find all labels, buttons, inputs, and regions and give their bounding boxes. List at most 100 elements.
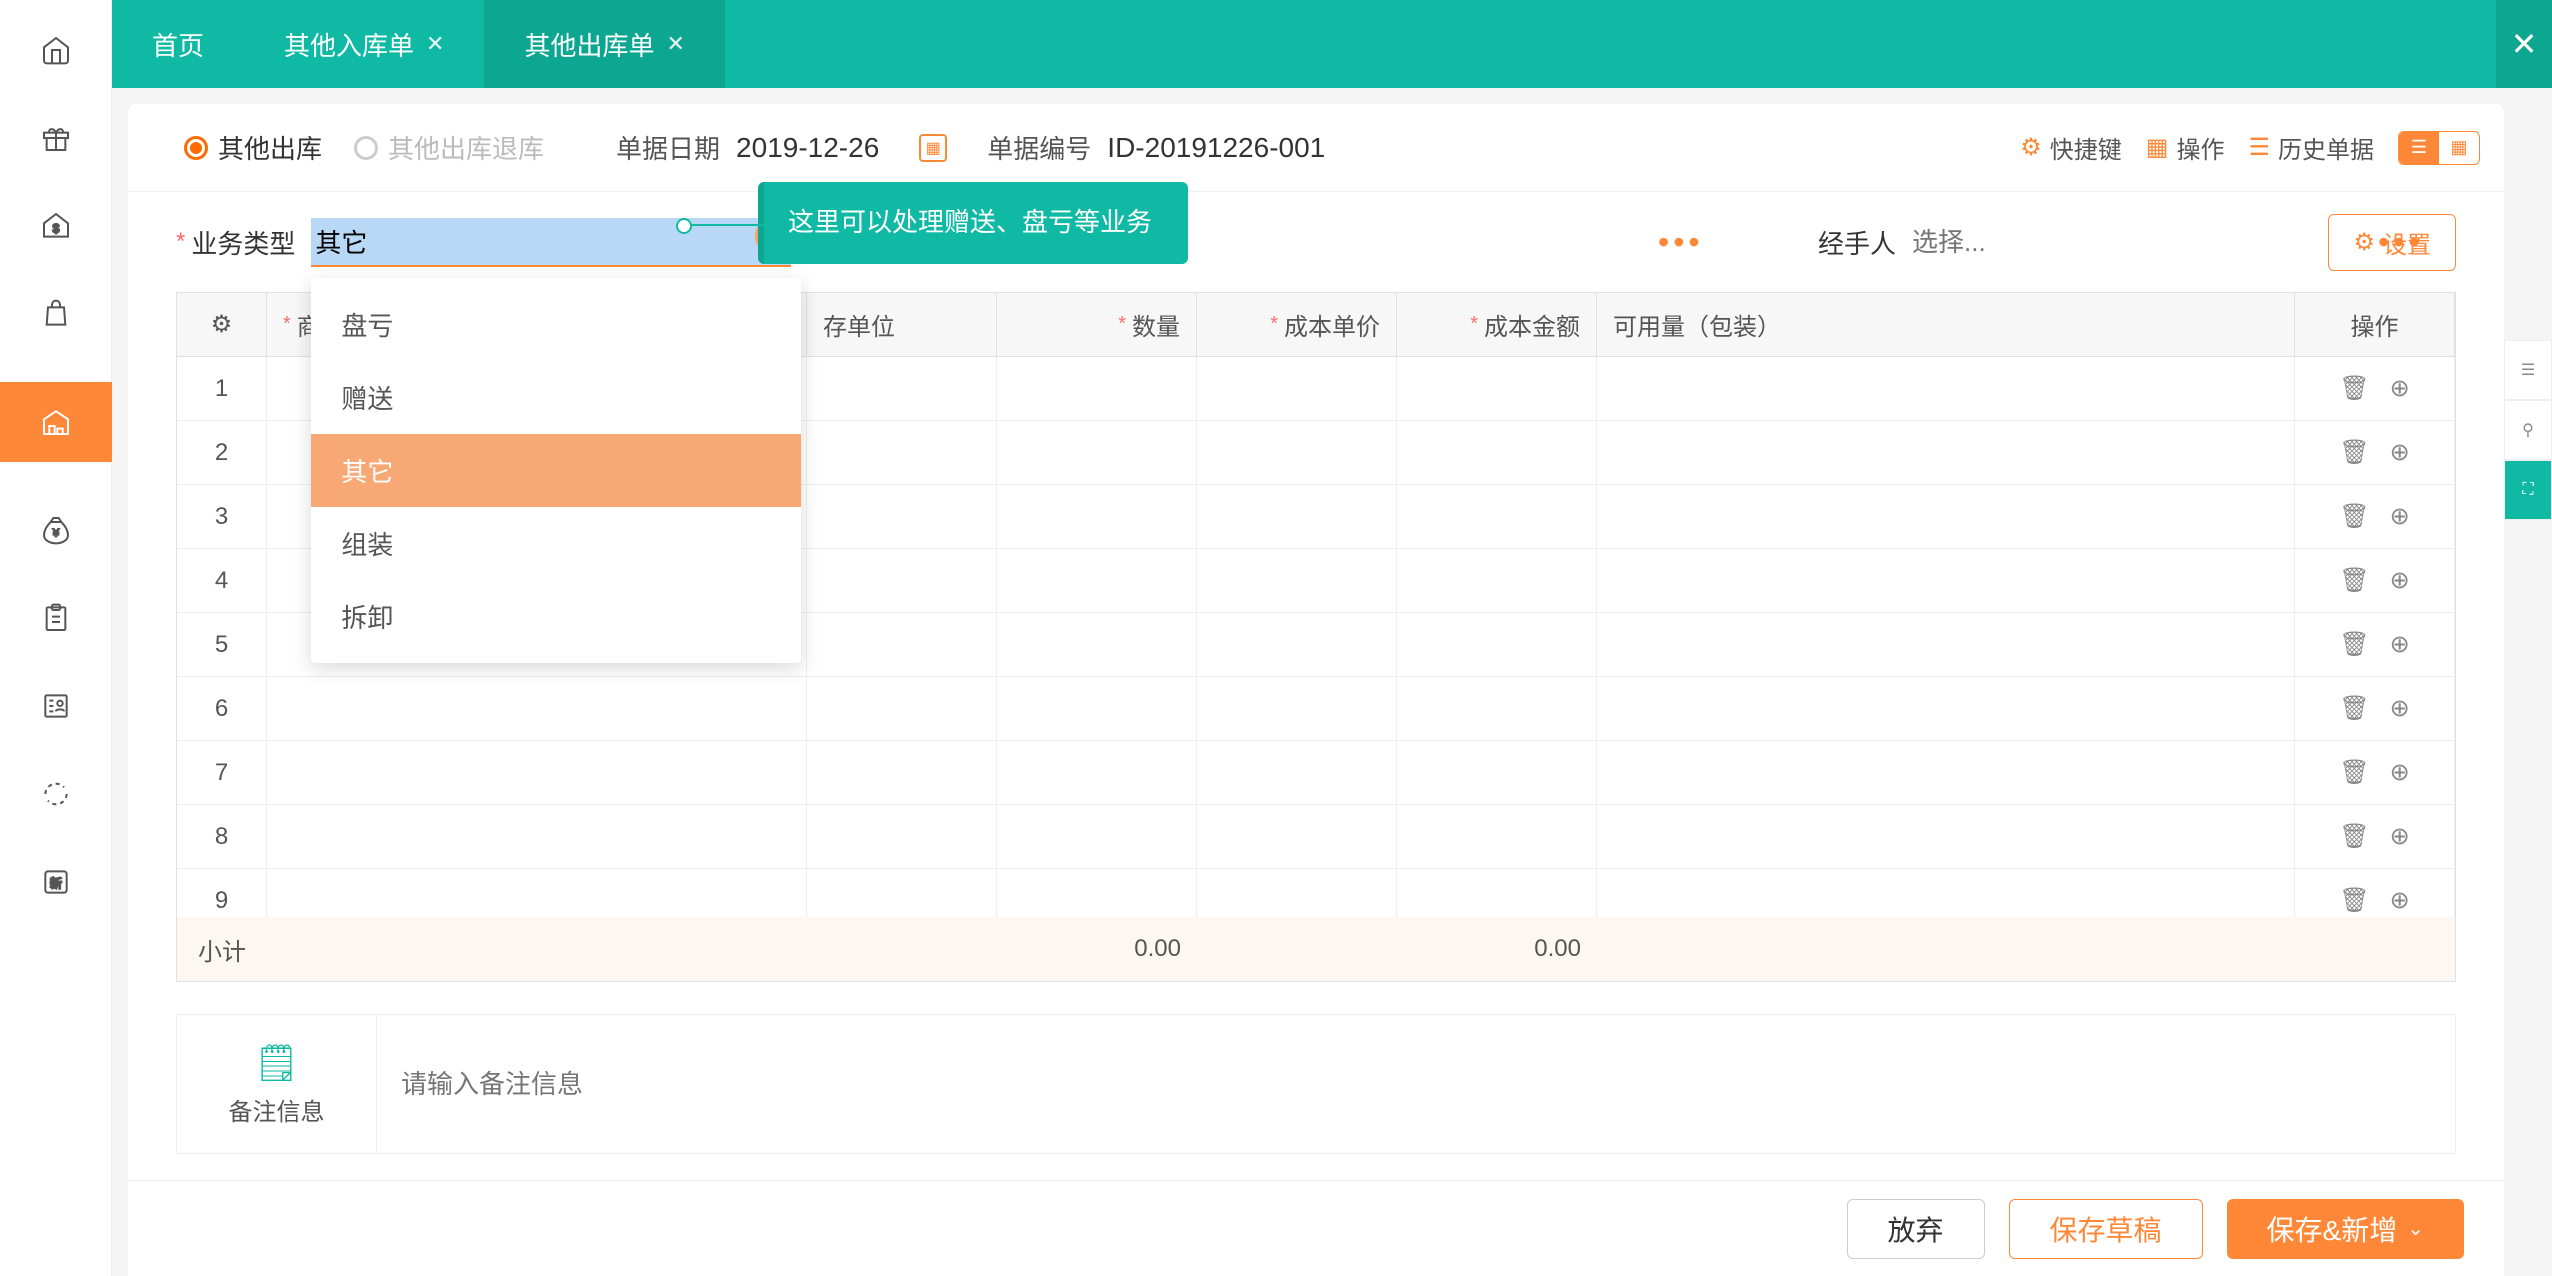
- more-icon[interactable]: •••: [1658, 224, 1704, 261]
- nav-new-icon[interactable]: 新: [36, 862, 76, 902]
- required-star: *: [176, 228, 185, 256]
- agent-input[interactable]: [1912, 227, 2312, 258]
- add-row-icon[interactable]: ⊕: [2390, 438, 2410, 467]
- nav-clipboard-icon[interactable]: [36, 598, 76, 638]
- tab-label: 其他出库单: [524, 26, 654, 63]
- nav-bag-icon[interactable]: [36, 294, 76, 334]
- list-icon: ☰: [2248, 133, 2270, 162]
- subtotal-amount: 0.00: [1397, 917, 1597, 981]
- date-value: 2019-12-26: [736, 132, 879, 164]
- table-row[interactable]: 9🗑⊕: [177, 869, 2455, 917]
- dd-option-chaixie[interactable]: 拆卸: [311, 580, 801, 653]
- view-grid-icon[interactable]: ▦: [2439, 132, 2479, 164]
- date-label: 单据日期: [616, 129, 720, 166]
- nav-home-icon[interactable]: [36, 30, 76, 70]
- main-panel: 其他出库 其他出库退库 单据日期 2019-12-26 ▦ 单据编号 ID-20…: [128, 104, 2504, 1276]
- close-icon[interactable]: ✕: [666, 31, 684, 57]
- delete-icon[interactable]: 🗑: [2339, 566, 2369, 595]
- save-draft-button[interactable]: 保存草稿: [2009, 1199, 2203, 1259]
- svg-text:$: $: [52, 222, 59, 236]
- add-row-icon[interactable]: ⊕: [2390, 822, 2410, 851]
- remarks-section: 🗒 备注信息: [176, 1014, 2456, 1154]
- row-index: 4: [177, 549, 267, 612]
- view-toggle[interactable]: ☰▦: [2398, 131, 2480, 165]
- agent-label: 经手人: [1818, 224, 1896, 261]
- nav-contact-icon[interactable]: [36, 686, 76, 726]
- table-row[interactable]: 7🗑⊕: [177, 741, 2455, 805]
- doc-no-label: 单据编号: [987, 129, 1091, 166]
- dd-option-zengsong[interactable]: 赠送: [311, 361, 801, 434]
- radio-other-out-return[interactable]: 其他出库退库: [354, 129, 544, 166]
- close-icon[interactable]: ✕: [426, 31, 444, 57]
- calendar-icon[interactable]: ▦: [919, 134, 947, 162]
- tab-other-in[interactable]: 其他入库单✕: [244, 0, 484, 88]
- chevron-down-icon: ⌄: [2407, 1216, 2424, 1241]
- tool-attach-icon[interactable]: ⚲: [2504, 400, 2552, 460]
- delete-icon[interactable]: 🗑: [2339, 630, 2369, 659]
- footer-actions: 放弃 保存草稿 保存&新增⌄: [128, 1180, 2504, 1276]
- agent-field: 经手人: [1818, 224, 2312, 261]
- delete-icon[interactable]: 🗑: [2339, 438, 2369, 467]
- history-link[interactable]: ☰历史单据: [2248, 130, 2374, 165]
- tool-expand-icon[interactable]: ⛶: [2504, 460, 2552, 520]
- nav-warehouse-icon[interactable]: [0, 382, 112, 462]
- hint-tooltip: 这里可以处理赠送、盘亏等业务: [758, 182, 1188, 264]
- delete-icon[interactable]: 🗑: [2339, 694, 2369, 723]
- radio-label: 其他出库退库: [388, 129, 544, 166]
- table-footer: 小计 0.00 0.00: [177, 917, 2455, 981]
- tool-note-icon[interactable]: ☰: [2504, 340, 2552, 400]
- th-price: *成本单价: [1197, 293, 1397, 356]
- radio-label: 其他出库: [218, 129, 322, 166]
- nav-house-dollar-icon[interactable]: $: [36, 206, 76, 246]
- tab-label: 首页: [152, 26, 204, 63]
- dd-option-zuzhuang[interactable]: 组装: [311, 507, 801, 580]
- th-avail: 可用量（包装）: [1597, 293, 2295, 356]
- tab-bar: 首页 其他入库单✕ 其他出库单 ✕ ✕: [112, 0, 2552, 88]
- gear-icon: ⚙: [2020, 133, 2042, 162]
- delete-icon[interactable]: 🗑: [2339, 374, 2369, 403]
- shortcut-link[interactable]: ⚙快捷键: [2020, 130, 2122, 165]
- delete-icon[interactable]: 🗑: [2339, 758, 2369, 787]
- row-index: 6: [177, 677, 267, 740]
- delete-icon[interactable]: 🗑: [2339, 822, 2369, 851]
- svg-text:新: 新: [49, 875, 61, 890]
- operate-link[interactable]: ▦操作: [2146, 130, 2225, 165]
- tab-home[interactable]: 首页: [112, 0, 244, 88]
- dd-option-pankui[interactable]: 盘亏: [311, 288, 801, 361]
- header-row: 其他出库 其他出库退库 单据日期 2019-12-26 ▦ 单据编号 ID-20…: [128, 104, 2504, 192]
- tab-other-out[interactable]: 其他出库单 ✕: [484, 0, 724, 88]
- nav-money-bag-icon[interactable]: ¥: [36, 510, 76, 550]
- discard-button[interactable]: 放弃: [1847, 1199, 1985, 1259]
- row-index: 8: [177, 805, 267, 868]
- radio-other-out[interactable]: 其他出库: [184, 129, 322, 166]
- add-row-icon[interactable]: ⊕: [2390, 566, 2410, 595]
- add-row-icon[interactable]: ⊕: [2390, 374, 2410, 403]
- save-new-button[interactable]: 保存&新增⌄: [2227, 1199, 2464, 1259]
- close-all-button[interactable]: ✕: [2496, 0, 2552, 88]
- view-list-icon[interactable]: ☰: [2399, 132, 2439, 164]
- add-row-icon[interactable]: ⊕: [2390, 694, 2410, 723]
- remarks-input[interactable]: [377, 1015, 2455, 1153]
- gear-icon: ⚙: [2353, 228, 2375, 257]
- biz-type-label: 业务类型: [191, 224, 295, 261]
- nav-refresh-icon[interactable]: [36, 774, 76, 814]
- table-row[interactable]: 6 🗑 ⊕: [177, 677, 2455, 741]
- doc-no-value: ID-20191226-001: [1107, 132, 1325, 164]
- add-row-icon[interactable]: ⊕: [2390, 886, 2410, 915]
- th-ops: 操作: [2295, 293, 2455, 356]
- add-row-icon[interactable]: ⊕: [2390, 502, 2410, 531]
- subtotal-label: 小计: [177, 917, 267, 981]
- add-row-icon[interactable]: ⊕: [2390, 630, 2410, 659]
- more-icon-2[interactable]: •••: [2378, 224, 2424, 261]
- note-icon: 🗒: [254, 1042, 300, 1084]
- mode-switch: 其他出库 其他出库退库: [152, 113, 576, 182]
- th-unit: 存单位: [807, 293, 997, 356]
- grid-icon: ▦: [2146, 133, 2169, 162]
- delete-icon[interactable]: 🗑: [2339, 502, 2369, 531]
- add-row-icon[interactable]: ⊕: [2390, 758, 2410, 787]
- dd-option-qita[interactable]: 其它: [311, 434, 801, 507]
- nav-gift-icon[interactable]: [36, 118, 76, 158]
- th-gear[interactable]: ⚙: [177, 293, 267, 356]
- delete-icon[interactable]: 🗑: [2339, 886, 2369, 915]
- table-row[interactable]: 8 🗑 ⊕: [177, 805, 2455, 869]
